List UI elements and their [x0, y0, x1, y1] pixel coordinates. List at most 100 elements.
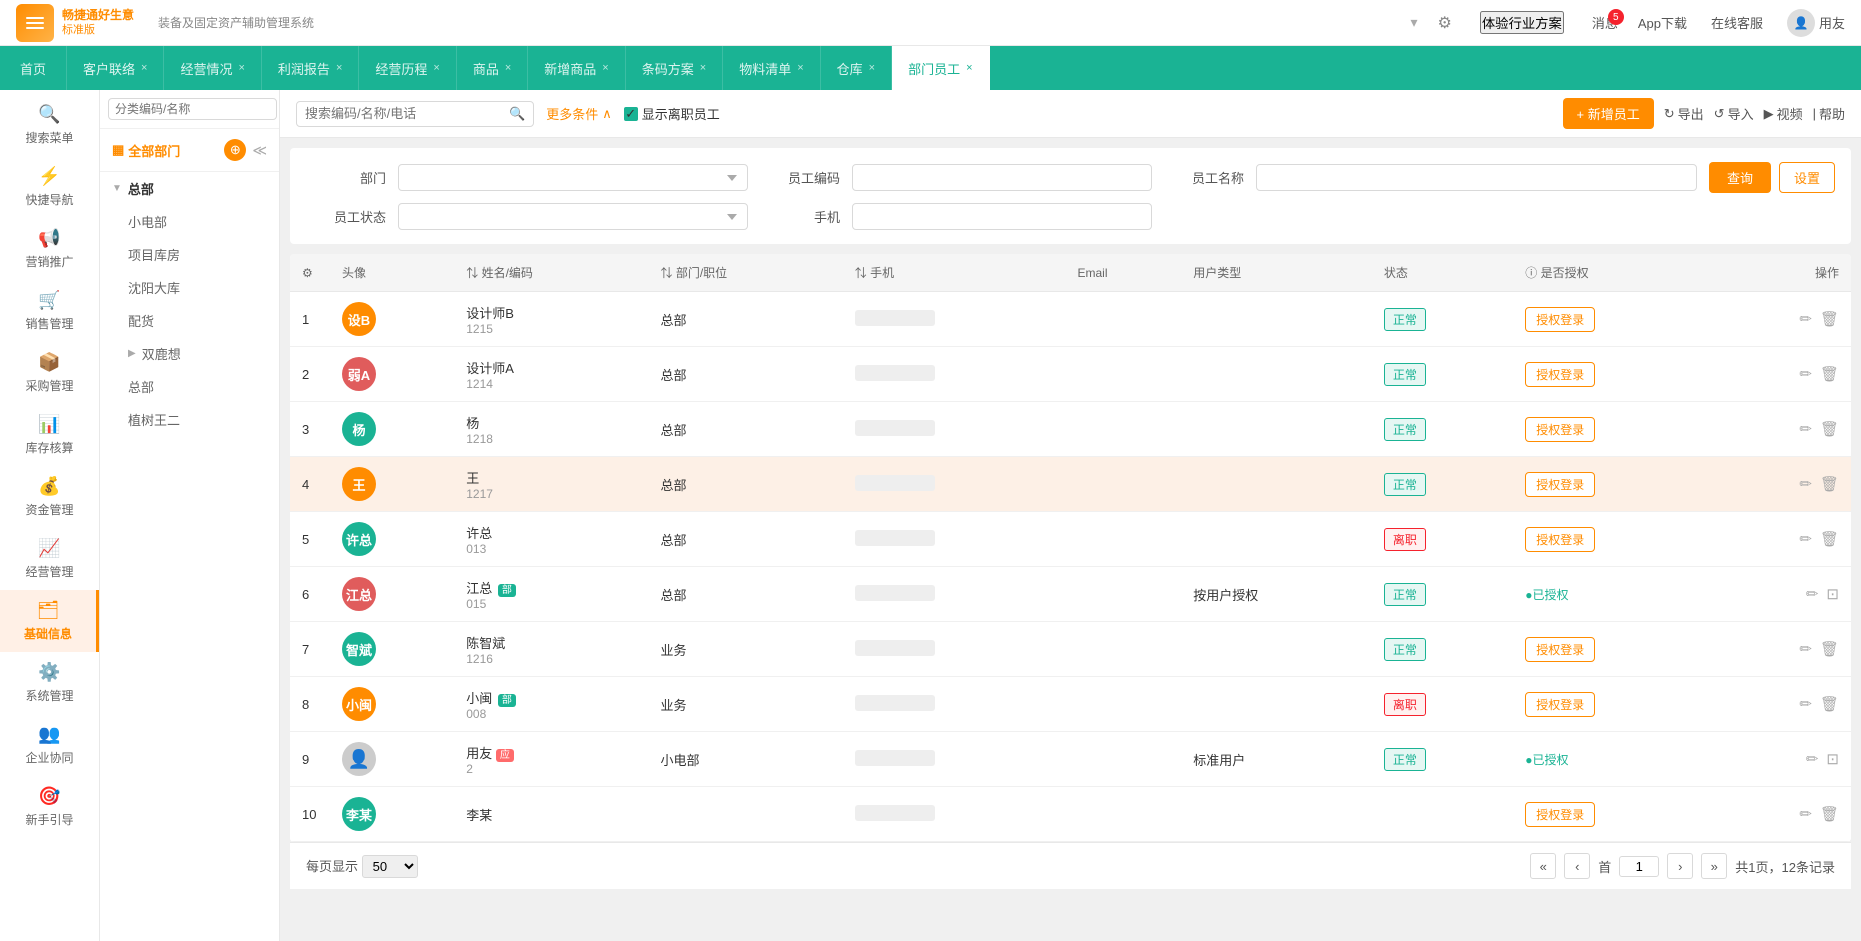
export-btn[interactable]: ↻ 导出 [1664, 104, 1704, 123]
tree-node-headquarter[interactable]: 总部 [100, 370, 279, 403]
page-input[interactable] [1619, 856, 1659, 877]
close-icon[interactable]: × [797, 62, 803, 74]
delete-icon[interactable]: 🗑 [1820, 475, 1839, 493]
close-icon[interactable]: × [602, 62, 608, 74]
delete-icon[interactable]: 🗑 [1820, 420, 1839, 438]
phone-input[interactable] [852, 203, 1152, 230]
collapse-icon[interactable]: ≪ [252, 142, 267, 159]
tab-department[interactable]: 部门员工 × [892, 46, 989, 90]
edit-icon[interactable]: ✏ [1806, 750, 1819, 768]
sidebar-item-finance[interactable]: 💰 资金管理 [0, 466, 99, 528]
close-icon[interactable]: × [238, 62, 244, 74]
sort-icon[interactable]: ⇅ [855, 266, 867, 280]
search-submit-icon[interactable]: 🔍 [509, 106, 525, 122]
tab-operations[interactable]: 经营情况 × [164, 46, 261, 90]
tab-profit[interactable]: 利润报告 × [262, 46, 359, 90]
sidebar-item-search[interactable]: 🔍 搜索菜单 [0, 94, 99, 156]
tab-bom[interactable]: 物料清单 × [723, 46, 820, 90]
tree-node-zhishu[interactable]: 植树王二 [100, 403, 279, 436]
import-btn[interactable]: ↺ 导入 [1714, 104, 1754, 123]
close-icon[interactable]: × [141, 62, 147, 74]
emp-code-input[interactable] [852, 164, 1152, 191]
emp-name-input[interactable] [1256, 164, 1697, 191]
tree-node-shuanglu[interactable]: ▶ 双鹿想 [100, 337, 279, 370]
add-employee-btn[interactable]: + 新增员工 [1563, 98, 1654, 129]
tree-add-icon[interactable]: ⊕ [224, 139, 246, 161]
message-icon-wrap[interactable]: 消息 5 [1592, 13, 1618, 32]
per-page-select[interactable]: 50 100 [362, 855, 418, 878]
gear-icon[interactable]: ⚙ [1438, 13, 1452, 33]
close-icon[interactable]: × [966, 62, 972, 74]
experience-btn[interactable]: 体验行业方案 [1480, 11, 1564, 34]
next-page-btn[interactable]: › [1667, 853, 1693, 879]
sidebar-item-system[interactable]: ⚙️ 系统管理 [0, 652, 99, 714]
settings-icon[interactable]: ⚙ [302, 266, 313, 280]
view-btn[interactable]: ▶ 视频 [1764, 104, 1803, 123]
last-page-btn[interactable]: » [1701, 853, 1727, 879]
edit-icon[interactable]: ✏ [1799, 365, 1812, 383]
tab-home[interactable]: 首页 [0, 46, 67, 90]
close-icon[interactable]: × [433, 62, 439, 74]
dropdown-arrow-icon[interactable]: ▾ [1410, 14, 1417, 31]
edit-icon[interactable]: ✏ [1799, 310, 1812, 328]
user-menu[interactable]: 👤 用友 [1787, 9, 1845, 37]
tab-history[interactable]: 经营历程 × [359, 46, 456, 90]
tab-warehouse[interactable]: 仓库 × [821, 46, 892, 90]
sidebar-item-marketing[interactable]: 📢 营销推广 [0, 218, 99, 280]
delete-icon[interactable]: 🗑 [1820, 310, 1839, 328]
delete-icon[interactable]: 🗑 [1820, 365, 1839, 383]
sidebar-item-sales[interactable]: 🛒 销售管理 [0, 280, 99, 342]
tab-add-goods[interactable]: 新增商品 × [528, 46, 625, 90]
tree-node-small-elec[interactable]: 小电部 [100, 205, 279, 238]
auth-btn[interactable]: 授权登录 [1525, 527, 1595, 552]
sidebar-item-purchase[interactable]: 📦 采购管理 [0, 342, 99, 404]
sidebar-item-collab[interactable]: 👥 企业协同 [0, 714, 99, 776]
search-input[interactable] [305, 106, 505, 121]
auth-btn[interactable]: 授权登录 [1525, 637, 1595, 662]
close-icon[interactable]: × [505, 62, 511, 74]
auth-btn[interactable]: 授权登录 [1525, 692, 1595, 717]
sidebar-item-quicknav[interactable]: ⚡ 快捷导航 [0, 156, 99, 218]
tree-node-project-room[interactable]: 项目库房 [100, 238, 279, 271]
edit-icon[interactable]: ✏ [1799, 805, 1812, 823]
close-icon[interactable]: × [336, 62, 342, 74]
show-resigned-toggle[interactable]: ✓ 显示离职员工 [624, 104, 720, 123]
dept-select[interactable] [398, 164, 748, 191]
tab-barcode[interactable]: 条码方案 × [626, 46, 723, 90]
more-conditions-btn[interactable]: 更多条件 ∧ [546, 104, 612, 123]
sidebar-item-inventory[interactable]: 📊 库存核算 [0, 404, 99, 466]
edit-icon[interactable]: ✏ [1806, 585, 1819, 603]
sidebar-item-management[interactable]: 📈 经营管理 [0, 528, 99, 590]
category-search-input[interactable] [108, 98, 277, 120]
copy-icon[interactable]: ⊡ [1826, 585, 1839, 603]
auth-btn[interactable]: 授权登录 [1525, 362, 1595, 387]
auth-btn[interactable]: 授权登录 [1525, 472, 1595, 497]
edit-icon[interactable]: ✏ [1799, 530, 1812, 548]
edit-icon[interactable]: ✏ [1799, 640, 1812, 658]
copy-icon[interactable]: ⊡ [1826, 750, 1839, 768]
online-service-btn[interactable]: 在线客服 [1711, 13, 1763, 32]
edit-icon[interactable]: ✏ [1799, 695, 1812, 713]
sort-icon[interactable]: ⇅ [466, 266, 478, 280]
query-btn[interactable]: 查询 [1709, 162, 1771, 193]
auth-btn[interactable]: 授权登录 [1525, 417, 1595, 442]
tab-customer[interactable]: 客户联络 × [67, 46, 164, 90]
edit-icon[interactable]: ✏ [1799, 475, 1812, 493]
tree-node-shenyang[interactable]: 沈阳大库 [100, 271, 279, 304]
edit-icon[interactable]: ✏ [1799, 420, 1812, 438]
delete-icon[interactable]: 🗑 [1820, 640, 1839, 658]
close-icon[interactable]: × [869, 62, 875, 74]
sidebar-item-basic-info[interactable]: 🗂 基础信息 [0, 590, 99, 652]
auth-btn[interactable]: 授权登录 [1525, 802, 1595, 827]
first-page-btn[interactable]: « [1530, 853, 1556, 879]
tree-node-root[interactable]: ▼ 总部 [100, 172, 279, 205]
emp-status-select[interactable] [398, 203, 748, 230]
close-icon[interactable]: × [700, 62, 706, 74]
auth-btn[interactable]: 授权登录 [1525, 307, 1595, 332]
tab-goods[interactable]: 商品 × [457, 46, 528, 90]
app-download-btn[interactable]: App下载 [1638, 13, 1687, 32]
delete-icon[interactable]: 🗑 [1820, 805, 1839, 823]
sort-icon[interactable]: ⇅ [660, 266, 672, 280]
tree-node-distribution[interactable]: 配货 [100, 304, 279, 337]
help-btn[interactable]: | 帮助 [1813, 104, 1845, 123]
